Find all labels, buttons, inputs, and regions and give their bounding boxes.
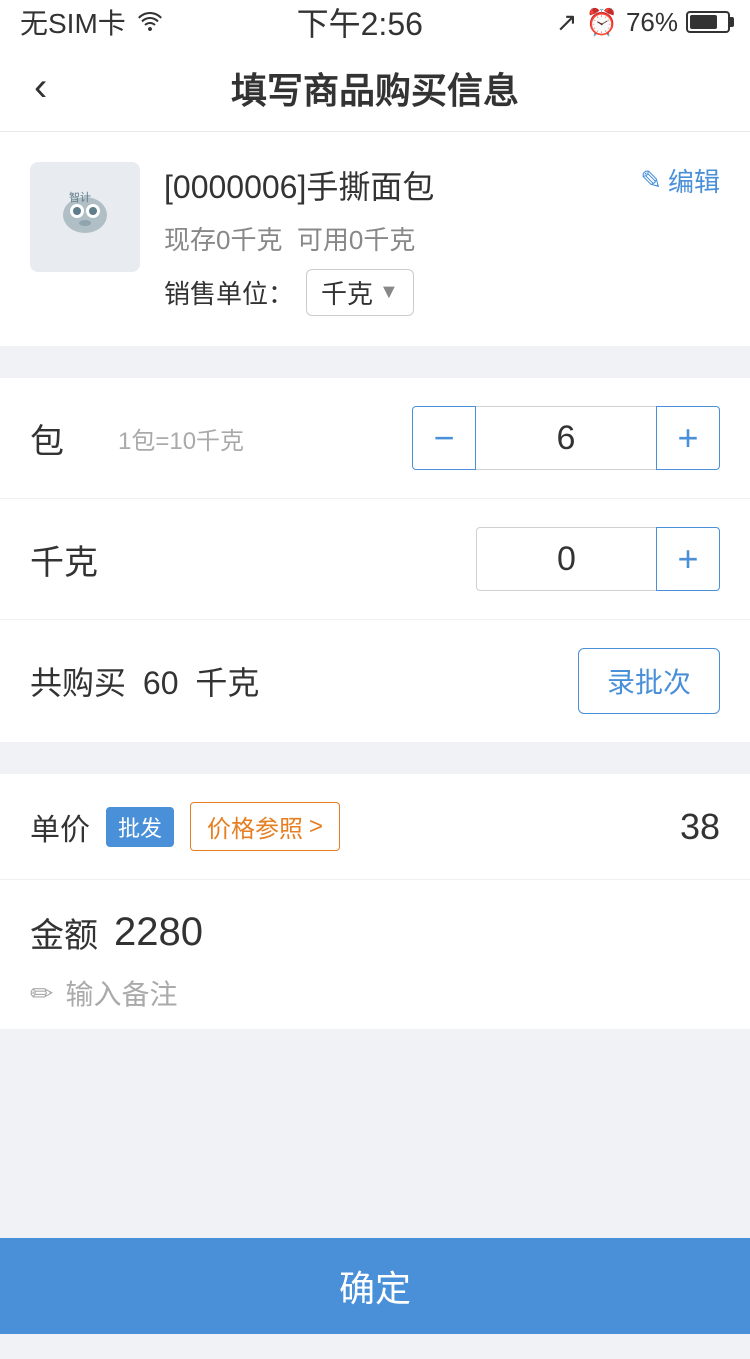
status-right: ↗ ⏰ 76% xyxy=(556,7,730,38)
pencil-icon: ✏ xyxy=(30,977,53,1010)
carrier-label: 无SIM卡 xyxy=(20,2,126,42)
wifi-icon xyxy=(136,6,164,38)
back-button[interactable]: ‹ xyxy=(24,55,57,120)
bag-qty-row: 包 1包=10千克 − + xyxy=(0,378,750,499)
price-label: 单价 xyxy=(30,805,90,849)
confirm-button-wrap[interactable]: 确定 xyxy=(0,1238,750,1334)
kg-label: 千克 xyxy=(30,535,110,584)
price-ref-button[interactable]: 价格参照 > xyxy=(190,802,340,851)
kg-qty-row: 千克 + xyxy=(0,499,750,620)
note-placeholder: 输入备注 xyxy=(65,973,177,1013)
alarm-icon: ⏰ xyxy=(586,7,618,38)
unit-select[interactable]: 千克 ▼ xyxy=(306,269,414,316)
status-bar: 无SIM卡 下午2:56 ↗ ⏰ 76% xyxy=(0,0,750,44)
edit-button[interactable]: ✎ 编辑 xyxy=(640,162,720,199)
edit-label: 编辑 xyxy=(668,162,720,199)
separator-1 xyxy=(0,362,750,378)
kg-qty-input[interactable] xyxy=(476,527,656,591)
product-thumbnail: 智计 xyxy=(30,162,140,272)
price-value: 38 xyxy=(680,806,720,848)
status-left: 无SIM卡 xyxy=(20,2,164,42)
bag-minus-button[interactable]: − xyxy=(412,406,476,470)
battery-pct: 76% xyxy=(626,7,678,38)
product-stock: 现存0千克 可用0千克 xyxy=(164,220,720,257)
product-name: [0000006]手撕面包 xyxy=(164,162,434,208)
bag-plus-button[interactable]: + xyxy=(656,406,720,470)
kg-qty-controls: + xyxy=(476,527,720,591)
note-row[interactable]: ✏ 输入备注 xyxy=(30,973,720,1013)
product-unit-row: 销售单位： 千克 ▼ xyxy=(164,269,720,316)
edit-icon: ✎ xyxy=(640,165,662,196)
battery-icon xyxy=(686,11,730,33)
amount-row: 金额 2280 xyxy=(30,908,720,957)
nav-bar: ‹ 填写商品购买信息 xyxy=(0,44,750,132)
bag-label: 包 xyxy=(30,414,110,463)
quantity-section: 包 1包=10千克 − + 千克 + xyxy=(0,378,750,620)
page-title: 填写商品购买信息 xyxy=(231,62,519,114)
kg-plus-button[interactable]: + xyxy=(656,527,720,591)
bag-qty-controls: − + xyxy=(412,406,720,470)
amount-value: 2280 xyxy=(114,910,203,955)
batch-button[interactable]: 录批次 xyxy=(578,648,720,714)
price-section: 单价 批发 价格参照 > 38 xyxy=(0,774,750,880)
product-logo-icon: 智计 xyxy=(55,187,115,247)
summary-section: 共购买 60 千克 录批次 xyxy=(0,620,750,742)
status-time: 下午2:56 xyxy=(297,0,423,45)
location-icon: ↗ xyxy=(556,7,578,38)
amount-label: 金额 xyxy=(30,908,98,957)
product-info: [0000006]手撕面包 ✎ 编辑 现存0千克 可用0千克 销售单位： 千克 … xyxy=(164,162,720,316)
separator-2 xyxy=(0,758,750,774)
bag-qty-input[interactable] xyxy=(476,406,656,470)
summary-text: 共购买 60 千克 xyxy=(30,658,259,704)
price-badge: 批发 xyxy=(106,807,174,847)
confirm-button[interactable]: 确定 xyxy=(339,1260,411,1312)
bag-hint: 1包=10千克 xyxy=(118,421,412,456)
amount-section: 金额 2280 ✏ 输入备注 xyxy=(0,880,750,1029)
svg-text:智计: 智计 xyxy=(69,190,91,204)
product-card: 智计 [0000006]手撕面包 ✎ 编辑 现存0千克 可用0千克 销售单位： … xyxy=(0,132,750,346)
